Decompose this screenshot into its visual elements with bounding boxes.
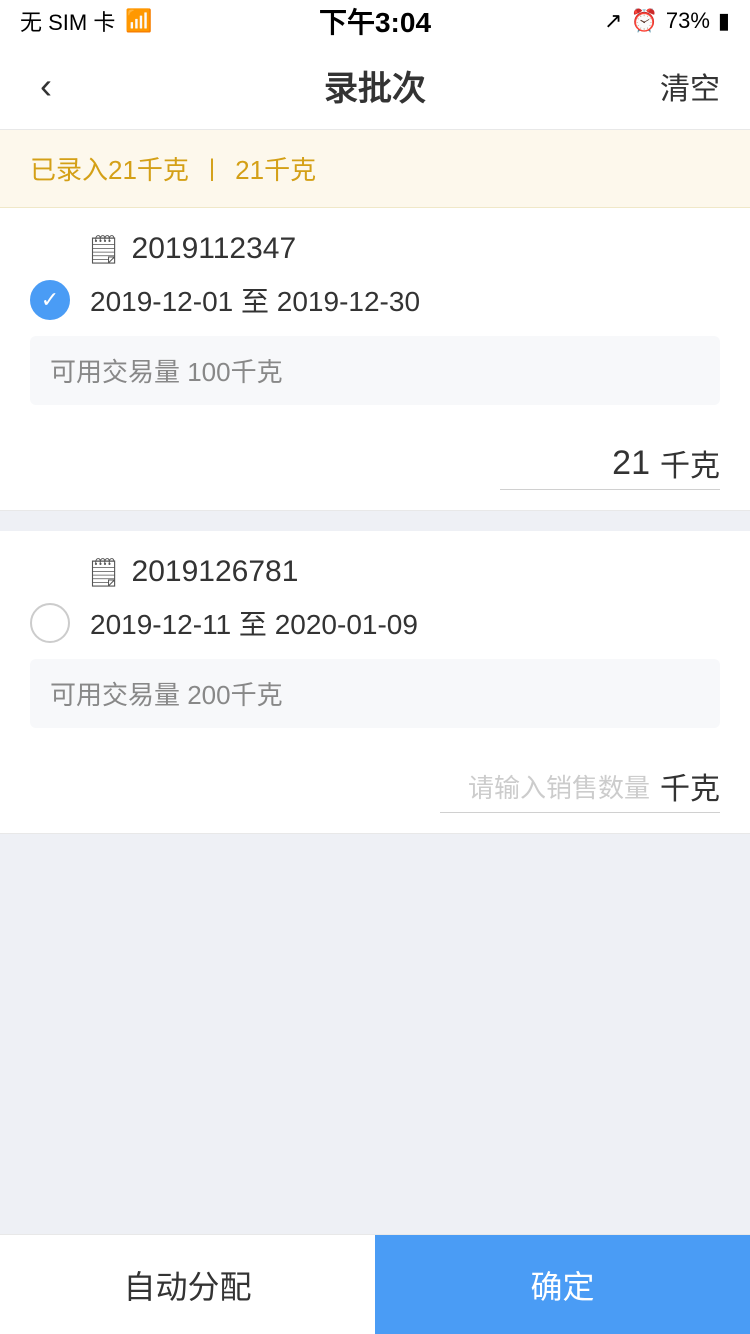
batch-card-2: 🗒 2019126781 2019-12-11 至 2020-01-09 可用交…	[0, 531, 750, 834]
total-amount-value: 21千克	[235, 150, 316, 187]
recorded-amount-label: 已录入21千克	[30, 150, 189, 187]
availability-text-1: 可用交易量 100千克	[50, 357, 283, 387]
batch-date-row-2[interactable]: 2019-12-11 至 2020-01-09	[30, 603, 720, 643]
input-underline-2	[440, 812, 720, 813]
alarm-icon: ⏰	[630, 8, 657, 34]
confirm-button[interactable]: 确定	[375, 1235, 750, 1334]
banner-divider: |	[209, 155, 215, 183]
radio-btn-1[interactable]: ✓	[30, 280, 70, 320]
empty-area	[0, 834, 750, 1254]
batch-doc-icon-1: 🗒	[86, 233, 122, 266]
availability-row-2: 可用交易量 200千克	[30, 659, 720, 728]
radio-check-icon-1: ✓	[41, 287, 59, 313]
batch-date-2: 2019-12-11 至 2020-01-09	[90, 603, 418, 643]
status-bar: 无 SIM 卡 📶 下午3:04 ↗ ⏰ 73% ▮	[0, 0, 750, 42]
batch-id-row-1: 🗒 2019112347	[30, 232, 720, 266]
batch-date-row-1[interactable]: ✓ 2019-12-01 至 2019-12-30	[30, 280, 720, 320]
quantity-wrapper-2: 千克	[430, 764, 720, 813]
batch-card-1: 🗒 2019112347 ✓ 2019-12-01 至 2019-12-30 可…	[0, 208, 750, 511]
availability-row-1: 可用交易量 100千克	[30, 336, 720, 405]
quantity-unit-1: 千克	[660, 441, 720, 485]
section-divider	[0, 511, 750, 531]
radio-btn-2[interactable]	[30, 603, 70, 643]
bottom-bar: 自动分配 确定	[0, 1234, 750, 1334]
batch-date-1: 2019-12-01 至 2019-12-30	[90, 280, 420, 320]
signal-icon: ↗	[604, 8, 622, 34]
status-right: ↗ ⏰ 73% ▮	[604, 8, 730, 34]
quantity-row-1: 千克	[0, 421, 750, 511]
batch-id-2: 2019126781	[132, 555, 299, 589]
availability-text-2: 可用交易量 200千克	[50, 680, 283, 710]
status-left: 无 SIM 卡 📶	[20, 5, 153, 37]
batch-id-1: 2019112347	[132, 232, 297, 266]
clear-button[interactable]: 清空	[660, 64, 720, 108]
nav-bar: ‹ 录批次 清空	[0, 42, 750, 130]
quantity-input-2[interactable]	[430, 767, 650, 806]
quantity-input-1[interactable]	[570, 444, 650, 483]
quantity-wrapper-1: 千克	[500, 441, 720, 490]
sim-label: 无 SIM 卡	[20, 5, 115, 37]
batch-id-row-2: 🗒 2019126781	[30, 555, 720, 589]
battery-label: 73%	[666, 8, 710, 34]
quantity-unit-2: 千克	[660, 764, 720, 808]
quantity-row-2: 千克	[0, 744, 750, 834]
input-underline-1	[500, 489, 720, 490]
auto-distribute-button[interactable]: 自动分配	[0, 1235, 375, 1334]
battery-icon: ▮	[718, 8, 730, 34]
page-title: 录批次	[324, 61, 426, 110]
back-button[interactable]: ‹	[30, 55, 62, 117]
wifi-icon: 📶	[125, 8, 152, 34]
batch-doc-icon-2: 🗒	[86, 556, 122, 589]
info-banner: 已录入21千克 | 21千克	[0, 130, 750, 208]
status-time: 下午3:04	[319, 1, 431, 41]
